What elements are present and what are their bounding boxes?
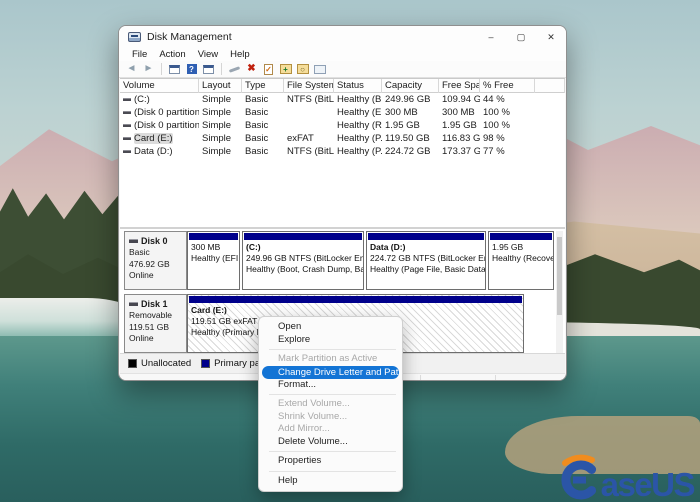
disk-0-row: Disk 0 Basic 476.92 GB Online 300 MB Heal… [120,231,565,290]
toolbar-separator [221,63,222,75]
menu-item-mark-partition-active[interactable]: Mark Partition as Active [259,353,402,366]
menu-item-add-mirror[interactable]: Add Mirror... [259,423,402,436]
menu-bar: File Action View Help [119,48,566,61]
volume-icon [123,150,131,153]
volume-icon [123,124,131,127]
table-row-disk0-part1[interactable]: (Disk 0 partition 1) Simple Basic Health… [120,106,565,119]
column-header-volume[interactable]: Volume [120,79,199,93]
column-header-capacity[interactable]: Capacity [382,79,439,93]
column-header-type[interactable]: Type [242,79,284,93]
menu-item-explore[interactable]: Explore [259,334,402,347]
volume-icon [123,111,131,114]
delete-icon[interactable]: ✖ [245,63,258,75]
title-bar[interactable]: Disk Management – ▢ ✕ [119,26,566,48]
volume-icon [123,98,131,101]
help-icon[interactable]: ? [185,63,198,75]
scrollbar-thumb[interactable] [557,237,562,315]
attach-icon[interactable] [228,63,241,75]
partition-efi[interactable]: 300 MBHealthy (EFI Sy [187,231,240,290]
check-document-icon[interactable]: ✓ [262,63,275,75]
close-button[interactable]: ✕ [536,26,566,48]
menu-item-format[interactable]: Format... [259,379,402,392]
easeus-logo: aseUS [559,454,696,502]
primary-partition-swatch [201,359,211,368]
menu-separator [269,349,396,350]
partition-c[interactable]: (C:)249.96 GB NTFS (BitLocker EncrypteHe… [242,231,364,290]
primary-partition-stripe [189,296,522,303]
primary-partition-stripe [244,233,362,240]
minimize-button[interactable]: – [476,26,506,48]
menu-file[interactable]: File [126,49,153,60]
menu-item-change-drive-letter[interactable]: Change Drive Letter and Paths... [262,365,399,379]
primary-partition-stripe [490,233,552,240]
menu-action[interactable]: Action [153,49,191,60]
table-row-disk0-part5[interactable]: (Disk 0 partition 5) Simple Basic Health… [120,119,565,132]
legend-unallocated: Unallocated [128,358,191,369]
disk-1-label[interactable]: Disk 1 Removable 119.51 GB Online [124,294,187,353]
toolbar: ◄ ► ? ✖ ✓ + ○ [119,61,566,78]
table-row-card-e[interactable]: Card (E:) Simple Basic exFAT Healthy (P.… [120,132,565,145]
table-row-c[interactable]: (C:) Simple Basic NTFS (BitLo... Healthy… [120,93,565,106]
easeus-c-icon [561,454,596,500]
menu-view[interactable]: View [192,49,224,60]
add-folder-icon[interactable]: + [279,63,292,75]
easeus-logo-text: aseUS [600,465,696,502]
console-tree-icon[interactable] [202,63,215,75]
search-folder-icon[interactable]: ○ [296,63,309,75]
menu-item-extend-volume[interactable]: Extend Volume... [259,398,402,411]
column-header-free-space[interactable]: Free Spa... [439,79,480,93]
column-header-status[interactable]: Status [334,79,382,93]
menu-item-open[interactable]: Open [259,321,402,334]
panel-icon[interactable] [313,63,326,75]
menu-item-delete-volume[interactable]: Delete Volume... [259,436,402,449]
unallocated-swatch [128,359,137,368]
menu-separator [269,451,396,452]
forward-icon[interactable]: ► [142,63,155,75]
partition-context-menu: Open Explore Mark Partition as Active Ch… [258,316,403,492]
volume-icon [123,137,131,140]
partition-recovery[interactable]: 1.95 GBHealthy (Recovery Pa [488,231,554,290]
disk-icon [129,302,138,307]
partition-data-d[interactable]: Data (D:)224.72 GB NTFS (BitLocker Encry… [366,231,486,290]
menu-separator [269,470,396,472]
column-header-filler [535,79,565,93]
menu-help[interactable]: Help [224,49,256,60]
maximize-button[interactable]: ▢ [506,26,536,48]
toolbar-separator [161,63,162,75]
disk-management-icon [128,32,141,42]
window-title: Disk Management [147,31,232,43]
menu-item-properties[interactable]: Properties [259,455,402,468]
column-header-layout[interactable]: Layout [199,79,242,93]
back-icon[interactable]: ◄ [125,63,138,75]
primary-partition-stripe [368,233,484,240]
menu-separator [269,394,396,395]
console-window-icon[interactable] [168,63,181,75]
disk-0-label[interactable]: Disk 0 Basic 476.92 GB Online [124,231,187,290]
desktop: Disk Management – ▢ ✕ File Action View H… [0,0,700,502]
primary-partition-stripe [189,233,238,240]
disk-icon [129,239,138,244]
table-row-data-d[interactable]: Data (D:) Simple Basic NTFS (BitLo... He… [120,145,565,158]
menu-item-help[interactable]: Help [259,475,402,488]
volume-list-pane: Volume Layout Type File System Status Ca… [120,78,565,227]
column-header-file-system[interactable]: File System [284,79,334,93]
vertical-scrollbar[interactable] [556,231,563,353]
column-header-pct-free[interactable]: % Free [480,79,535,93]
menu-item-shrink-volume[interactable]: Shrink Volume... [259,411,402,424]
volume-table-header: Volume Layout Type File System Status Ca… [120,79,565,93]
